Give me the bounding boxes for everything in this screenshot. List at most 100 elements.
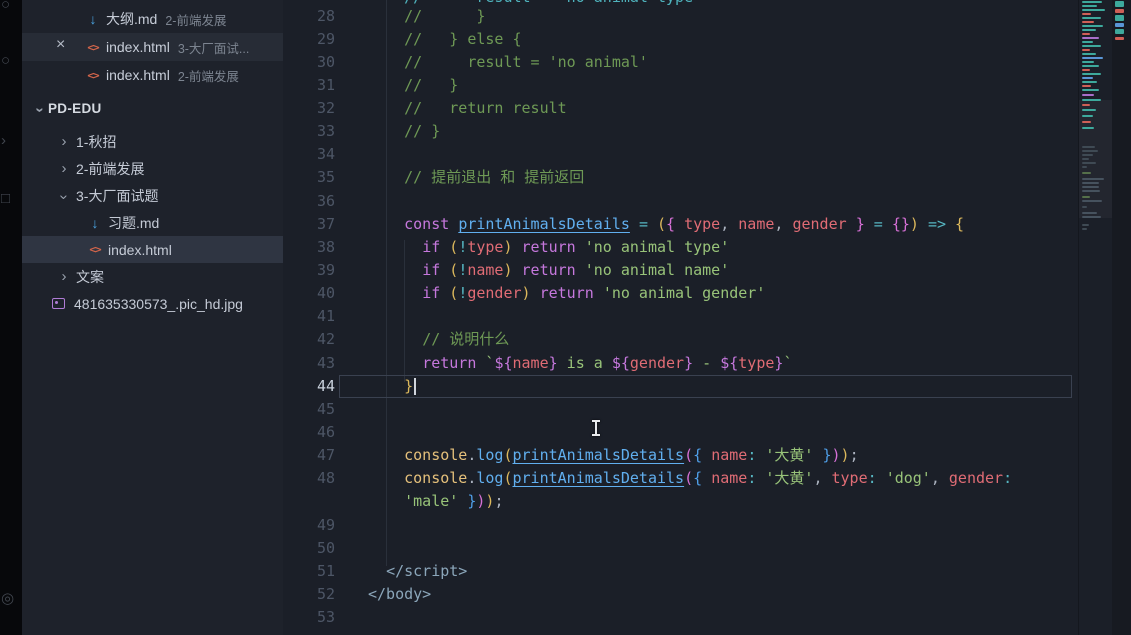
open-editor-item[interactable]: <> index.html 2-前端发展: [22, 61, 283, 89]
minimap-mark: [1082, 29, 1096, 31]
tree-item-folder[interactable]: › 2-前端发展: [22, 155, 283, 182]
open-editor-item[interactable]: ↓ 大纲.md 2-前端发展: [22, 5, 283, 33]
code-line[interactable]: 34: [283, 143, 1078, 166]
close-icon[interactable]: ×: [56, 36, 65, 54]
file-name: 大纲.md: [106, 11, 158, 27]
chevron-icon: ›: [61, 133, 67, 150]
line-number: 35: [316, 168, 335, 187]
minimap-mark: [1082, 65, 1099, 67]
tree-item-folder[interactable]: › 1-秋招: [22, 128, 283, 155]
minimap-mark: [1082, 206, 1087, 208]
code-line[interactable]: 45: [283, 398, 1078, 421]
line-content: // result = 'no animal': [368, 52, 648, 71]
run-icon[interactable]: ›: [1, 132, 6, 150]
code-line[interactable]: 29 // } else {: [283, 28, 1078, 51]
scrollbar-track[interactable]: [1112, 0, 1131, 635]
code-line[interactable]: 42 // 说明什么: [283, 328, 1078, 351]
code-line[interactable]: 53: [283, 606, 1078, 629]
code-line[interactable]: 51 </script>: [283, 560, 1078, 583]
code-line[interactable]: 'male' }));: [283, 490, 1078, 513]
code-line[interactable]: 30 // result = 'no animal': [283, 51, 1078, 74]
tree-item-file[interactable]: 481635330573_.pic_hd.jpg: [22, 290, 283, 317]
line-number: 42: [316, 330, 335, 349]
code-line[interactable]: 37 const printAnimalsDetails = ({ type, …: [283, 213, 1078, 236]
code-line[interactable]: 31 // }: [283, 74, 1078, 97]
code-line[interactable]: 38 if (!type) return 'no animal type': [283, 236, 1078, 259]
editor-pane: // result = 'no animal type' 28 // }29 /…: [283, 0, 1078, 635]
code-line[interactable]: 49: [283, 514, 1078, 537]
line-number: 34: [316, 145, 335, 164]
extensions-icon[interactable]: □: [1, 190, 10, 208]
minimap-mark: [1082, 17, 1101, 19]
line-content: [335, 398, 1078, 421]
minimap-mark: [1082, 121, 1091, 123]
line-content: // 说明什么: [422, 330, 510, 349]
vscode-window: ○ ○ › □ ◎ ↓ 大纲.md 2-前端发展 × <> index.html 3-大厂面试...…: [0, 0, 1131, 635]
minimap-mark: [1082, 57, 1103, 59]
code-line[interactable]: 35 // 提前退出 和 提前返回: [283, 166, 1078, 189]
code-line[interactable]: 43 return `${name} is a ${gender} - ${ty…: [283, 352, 1078, 375]
code-line[interactable]: 28 // }: [283, 5, 1078, 28]
mouse-ibeam-cursor: [591, 420, 602, 437]
minimap-mark: [1082, 228, 1087, 230]
tree-item-file[interactable]: ↓ 习题.md: [22, 209, 283, 236]
html-file-icon: <>: [87, 40, 99, 54]
tree-item-folder[interactable]: › 文案: [22, 263, 283, 290]
tree-item-file[interactable]: <> index.html: [22, 236, 283, 263]
chevron-icon: ›: [61, 160, 67, 177]
line-content: // }: [368, 75, 459, 94]
code-line[interactable]: 40 if (!gender) return 'no animal gender…: [283, 282, 1078, 305]
line-content: // return result: [368, 99, 567, 118]
activity-bar[interactable]: ○ ○ › □ ◎: [0, 0, 22, 635]
code-line[interactable]: 48 console.log(printAnimalsDetails({ nam…: [283, 467, 1078, 490]
tree-item-label: 习题.md: [108, 214, 160, 231]
code-line[interactable]: 50: [283, 537, 1078, 560]
code-line[interactable]: 36: [283, 190, 1078, 213]
code-line[interactable]: 46: [283, 421, 1078, 444]
code-line[interactable]: 52 </body>: [283, 583, 1078, 606]
tree-item-label: 2-前端发展: [76, 160, 145, 177]
line-number: 49: [316, 515, 335, 534]
line-number: 37: [316, 214, 335, 233]
minimap-mark: [1082, 9, 1105, 11]
search-icon[interactable]: ○: [1, 52, 10, 70]
minimap-mark: [1082, 41, 1093, 43]
line-number: 40: [316, 284, 335, 303]
minimap-mark: [1082, 200, 1102, 202]
tree-item-folder[interactable]: › 3-大厂面试题: [22, 182, 283, 209]
code-line[interactable]: 44 }: [283, 374, 1078, 399]
open-editor-item[interactable]: × <> index.html 3-大厂面试...: [22, 33, 283, 61]
file-path-suffix: 3-大厂面试...: [177, 41, 250, 56]
code-line[interactable]: 33 // }: [283, 120, 1078, 143]
file-name: index.html: [106, 39, 170, 55]
minimap-mark: [1082, 178, 1104, 180]
settings-gear-icon[interactable]: ◎: [1, 590, 14, 608]
line-number: 38: [316, 237, 335, 256]
account-icon[interactable]: ○: [1, 0, 10, 14]
line-content: // } else {: [368, 29, 522, 48]
line-number: 36: [316, 191, 335, 210]
chevron-icon: ›: [55, 194, 73, 200]
minimap[interactable]: [1078, 0, 1112, 635]
markdown-file-icon: ↓: [89, 11, 97, 27]
line-number: 39: [316, 261, 335, 280]
minimap-mark: [1082, 1, 1102, 3]
line-content: // }: [368, 122, 441, 141]
chevron-icon: ›: [61, 268, 67, 285]
code-line[interactable]: 47 console.log(printAnimalsDetails({ nam…: [283, 444, 1078, 467]
code-line[interactable]: 41: [283, 305, 1078, 328]
open-editors-list: ↓ 大纲.md 2-前端发展 × <> index.html 3-大厂面试... <> inde…: [22, 0, 283, 89]
overview-ruler-mark: [1115, 9, 1124, 13]
explorer-root-header[interactable]: › PD-EDU: [22, 95, 283, 121]
file-tree: › 1-秋招 › 2-前端发展 › 3-大厂面试题 ↓ 习题.md <> index.html › 文…: [22, 128, 283, 317]
file-name: index.html: [106, 67, 170, 83]
code-line[interactable]: 32 // return result: [283, 97, 1078, 120]
code-line[interactable]: 39 if (!name) return 'no animal name': [283, 259, 1078, 282]
minimap-mark: [1082, 77, 1093, 79]
html-file-icon: <>: [87, 68, 99, 82]
line-number: 41: [316, 307, 335, 326]
minimap-mark: [1082, 104, 1090, 106]
line-content: [335, 143, 1078, 166]
line-number: 46: [316, 423, 335, 442]
explorer-sidebar: ↓ 大纲.md 2-前端发展 × <> index.html 3-大厂面试... <> inde…: [22, 0, 283, 635]
